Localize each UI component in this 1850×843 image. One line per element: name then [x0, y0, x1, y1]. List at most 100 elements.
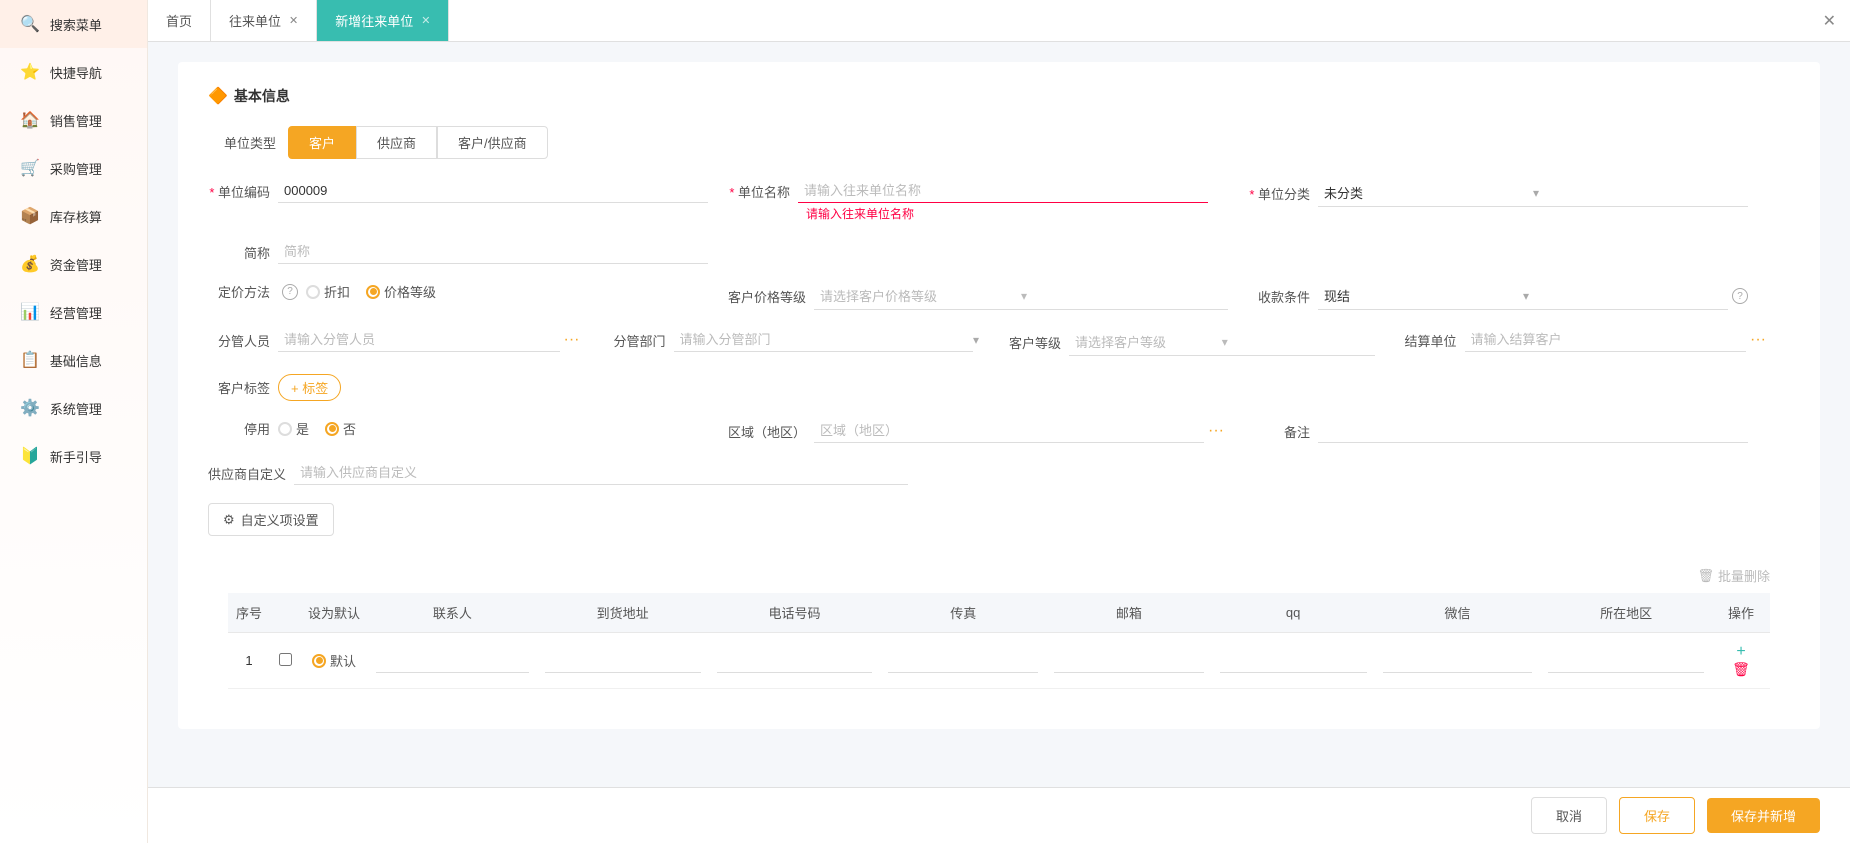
wechat-input[interactable] [1383, 649, 1533, 673]
unit-name-input[interactable] [798, 179, 1208, 203]
row-checkbox[interactable] [279, 653, 292, 666]
type-btn-both[interactable]: 客户/供应商 [437, 126, 548, 159]
customer-price-select[interactable]: 请选择客户价格等级 ▾ [814, 282, 1228, 310]
phone-input[interactable] [717, 649, 873, 673]
unit-category-select[interactable]: 未分类 ▾ [1318, 179, 1748, 207]
field-payment: 收款条件 现结 ▾ ? [1248, 282, 1748, 310]
cell-default: 默认 [300, 633, 368, 689]
unit-name-error: 请输入往来单位名称 [806, 205, 1228, 222]
field-supplier-custom: 供应商自定义 [208, 461, 908, 485]
table-toolbar: 🗑 批量删除 [228, 566, 1770, 585]
short-name-input[interactable] [278, 240, 708, 264]
pricing-label: 定价方法 [208, 282, 278, 301]
customer-tag-label: 客户标签 [208, 378, 278, 397]
save-button[interactable]: 保存 [1619, 797, 1695, 834]
close-new-partner-tab-icon[interactable]: ✕ [421, 14, 430, 27]
email-input[interactable] [1054, 649, 1204, 673]
pricing-radio-discount[interactable]: 折扣 [306, 282, 350, 301]
field-pricing: 定价方法 ? 折扣 价格等级 [208, 282, 708, 301]
row-region-input[interactable] [1548, 649, 1704, 673]
tab-new-partner[interactable]: 新增往来单位 ✕ [317, 0, 449, 41]
customer-level-select[interactable]: 请选择客户等级 ▾ [1069, 328, 1375, 356]
type-btn-supplier[interactable]: 供应商 [356, 126, 437, 159]
remark-input[interactable] [1318, 419, 1748, 443]
sidebar-item-guide[interactable]: 🔰 新手引导 [0, 432, 147, 480]
row-short-name: 简称 [208, 240, 1790, 264]
contacts-table-section: 🗑 批量删除 序号 设为默认 联系人 到货地址 电话号码 传真 [208, 550, 1790, 705]
chevron-down-icon: ▾ [1021, 289, 1222, 303]
trash-icon: 🗑 [1697, 568, 1714, 584]
sidebar-item-quick-nav[interactable]: ⭐ 快捷导航 [0, 48, 147, 96]
pricing-radio-price-level[interactable]: 价格等级 [366, 282, 436, 301]
unit-code-input[interactable] [278, 179, 708, 203]
col-checkbox [270, 593, 300, 633]
settle-unit-input[interactable] [1465, 328, 1747, 352]
col-address: 到货地址 [537, 593, 709, 633]
cancel-button[interactable]: 取消 [1531, 797, 1607, 834]
add-tag-button[interactable]: + 标签 [278, 374, 341, 401]
type-btn-customer[interactable]: 客户 [288, 126, 356, 159]
close-all-tabs-button[interactable]: ✕ [1809, 0, 1850, 41]
customer-level-label: 客户等级 [999, 333, 1069, 352]
field-unit-name-wrapper: 单位名称 请输入往来单位名称 [728, 179, 1228, 222]
default-radio[interactable]: 默认 [308, 651, 360, 670]
payment-select[interactable]: 现结 ▾ [1318, 282, 1728, 310]
settle-unit-more-icon[interactable]: ··· [1746, 331, 1770, 349]
disable-radio-no[interactable]: 否 [325, 419, 356, 438]
settle-unit-label: 结算单位 [1395, 331, 1465, 350]
delete-row-button[interactable]: 🗑 [1728, 661, 1754, 677]
payment-help-icon[interactable]: ? [1732, 288, 1748, 304]
save-and-new-button[interactable]: 保存并新增 [1707, 798, 1820, 833]
main-area: 首页 往来单位 ✕ 新增往来单位 ✕ ✕ 🔶 基本信息 单位类型 客户 供应商 … [148, 0, 1850, 843]
address-input[interactable] [545, 649, 701, 673]
unit-category-label: 单位分类 [1248, 184, 1318, 203]
region-input[interactable] [814, 419, 1204, 443]
col-wechat: 微信 [1375, 593, 1541, 633]
row-disable-region: 停用 是 否 区域（地区） ··· [208, 419, 1790, 443]
guide-icon: 🔰 [20, 446, 40, 466]
dept-input[interactable] [674, 328, 973, 352]
radio-price-level-circle [366, 285, 380, 299]
close-partner-tab-icon[interactable]: ✕ [289, 14, 298, 27]
dept-label: 分管部门 [604, 331, 674, 350]
row-supplier-custom: 供应商自定义 [208, 461, 1790, 485]
sidebar-item-system[interactable]: ⚙️ 系统管理 [0, 384, 147, 432]
field-dept: 分管部门 ▾ [604, 328, 980, 352]
add-row-button[interactable]: + [1732, 643, 1749, 660]
pricing-help-icon[interactable]: ? [282, 284, 298, 300]
gear-icon: ⚙️ [20, 398, 40, 418]
basic-info-card: 🔶 基本信息 单位类型 客户 供应商 客户/供应商 单位编码 单位名称 [178, 62, 1820, 729]
disable-radio-yes[interactable]: 是 [278, 419, 309, 438]
sidebar-item-inventory[interactable]: 📦 库存核算 [0, 192, 147, 240]
cell-seq: 1 [228, 633, 270, 689]
supplier-custom-input[interactable] [294, 461, 908, 485]
sidebar-item-basic-info[interactable]: 📋 基础信息 [0, 336, 147, 384]
field-customer-tag: 客户标签 + 标签 [208, 374, 341, 401]
row-pricing: 定价方法 ? 折扣 价格等级 客户价格等级 [208, 282, 1790, 310]
sidebar-item-purchase[interactable]: 🛒 采购管理 [0, 144, 147, 192]
chevron-down-icon: ▾ [1533, 186, 1742, 200]
sidebar-item-operations[interactable]: 📊 经营管理 [0, 288, 147, 336]
cell-email [1046, 633, 1212, 689]
fax-input[interactable] [888, 649, 1038, 673]
custom-settings-button[interactable]: ⚙ 自定义项设置 [208, 503, 334, 536]
contact-input[interactable] [376, 649, 529, 673]
manager-input[interactable] [278, 328, 560, 352]
col-action: 操作 [1712, 593, 1770, 633]
disable-radio-group: 是 否 [278, 419, 356, 438]
sidebar-item-finance[interactable]: 💰 资金管理 [0, 240, 147, 288]
supplier-custom-label: 供应商自定义 [208, 464, 294, 483]
col-phone: 电话号码 [709, 593, 881, 633]
col-region: 所在地区 [1540, 593, 1712, 633]
qq-input[interactable] [1220, 649, 1367, 673]
tab-bar: 首页 往来单位 ✕ 新增往来单位 ✕ ✕ [148, 0, 1850, 42]
manager-more-icon[interactable]: ··· [560, 331, 584, 349]
manager-label: 分管人员 [208, 331, 278, 350]
region-more-icon[interactable]: ··· [1204, 422, 1228, 440]
batch-delete-button[interactable]: 🗑 批量删除 [1697, 566, 1770, 585]
tab-partner[interactable]: 往来单位 ✕ [211, 0, 317, 41]
field-settle-unit: 结算单位 ··· [1395, 328, 1771, 352]
tab-home[interactable]: 首页 [148, 0, 211, 41]
sidebar-item-search[interactable]: 🔍 搜索菜单 [0, 0, 147, 48]
sidebar-item-sales[interactable]: 🏠 销售管理 [0, 96, 147, 144]
